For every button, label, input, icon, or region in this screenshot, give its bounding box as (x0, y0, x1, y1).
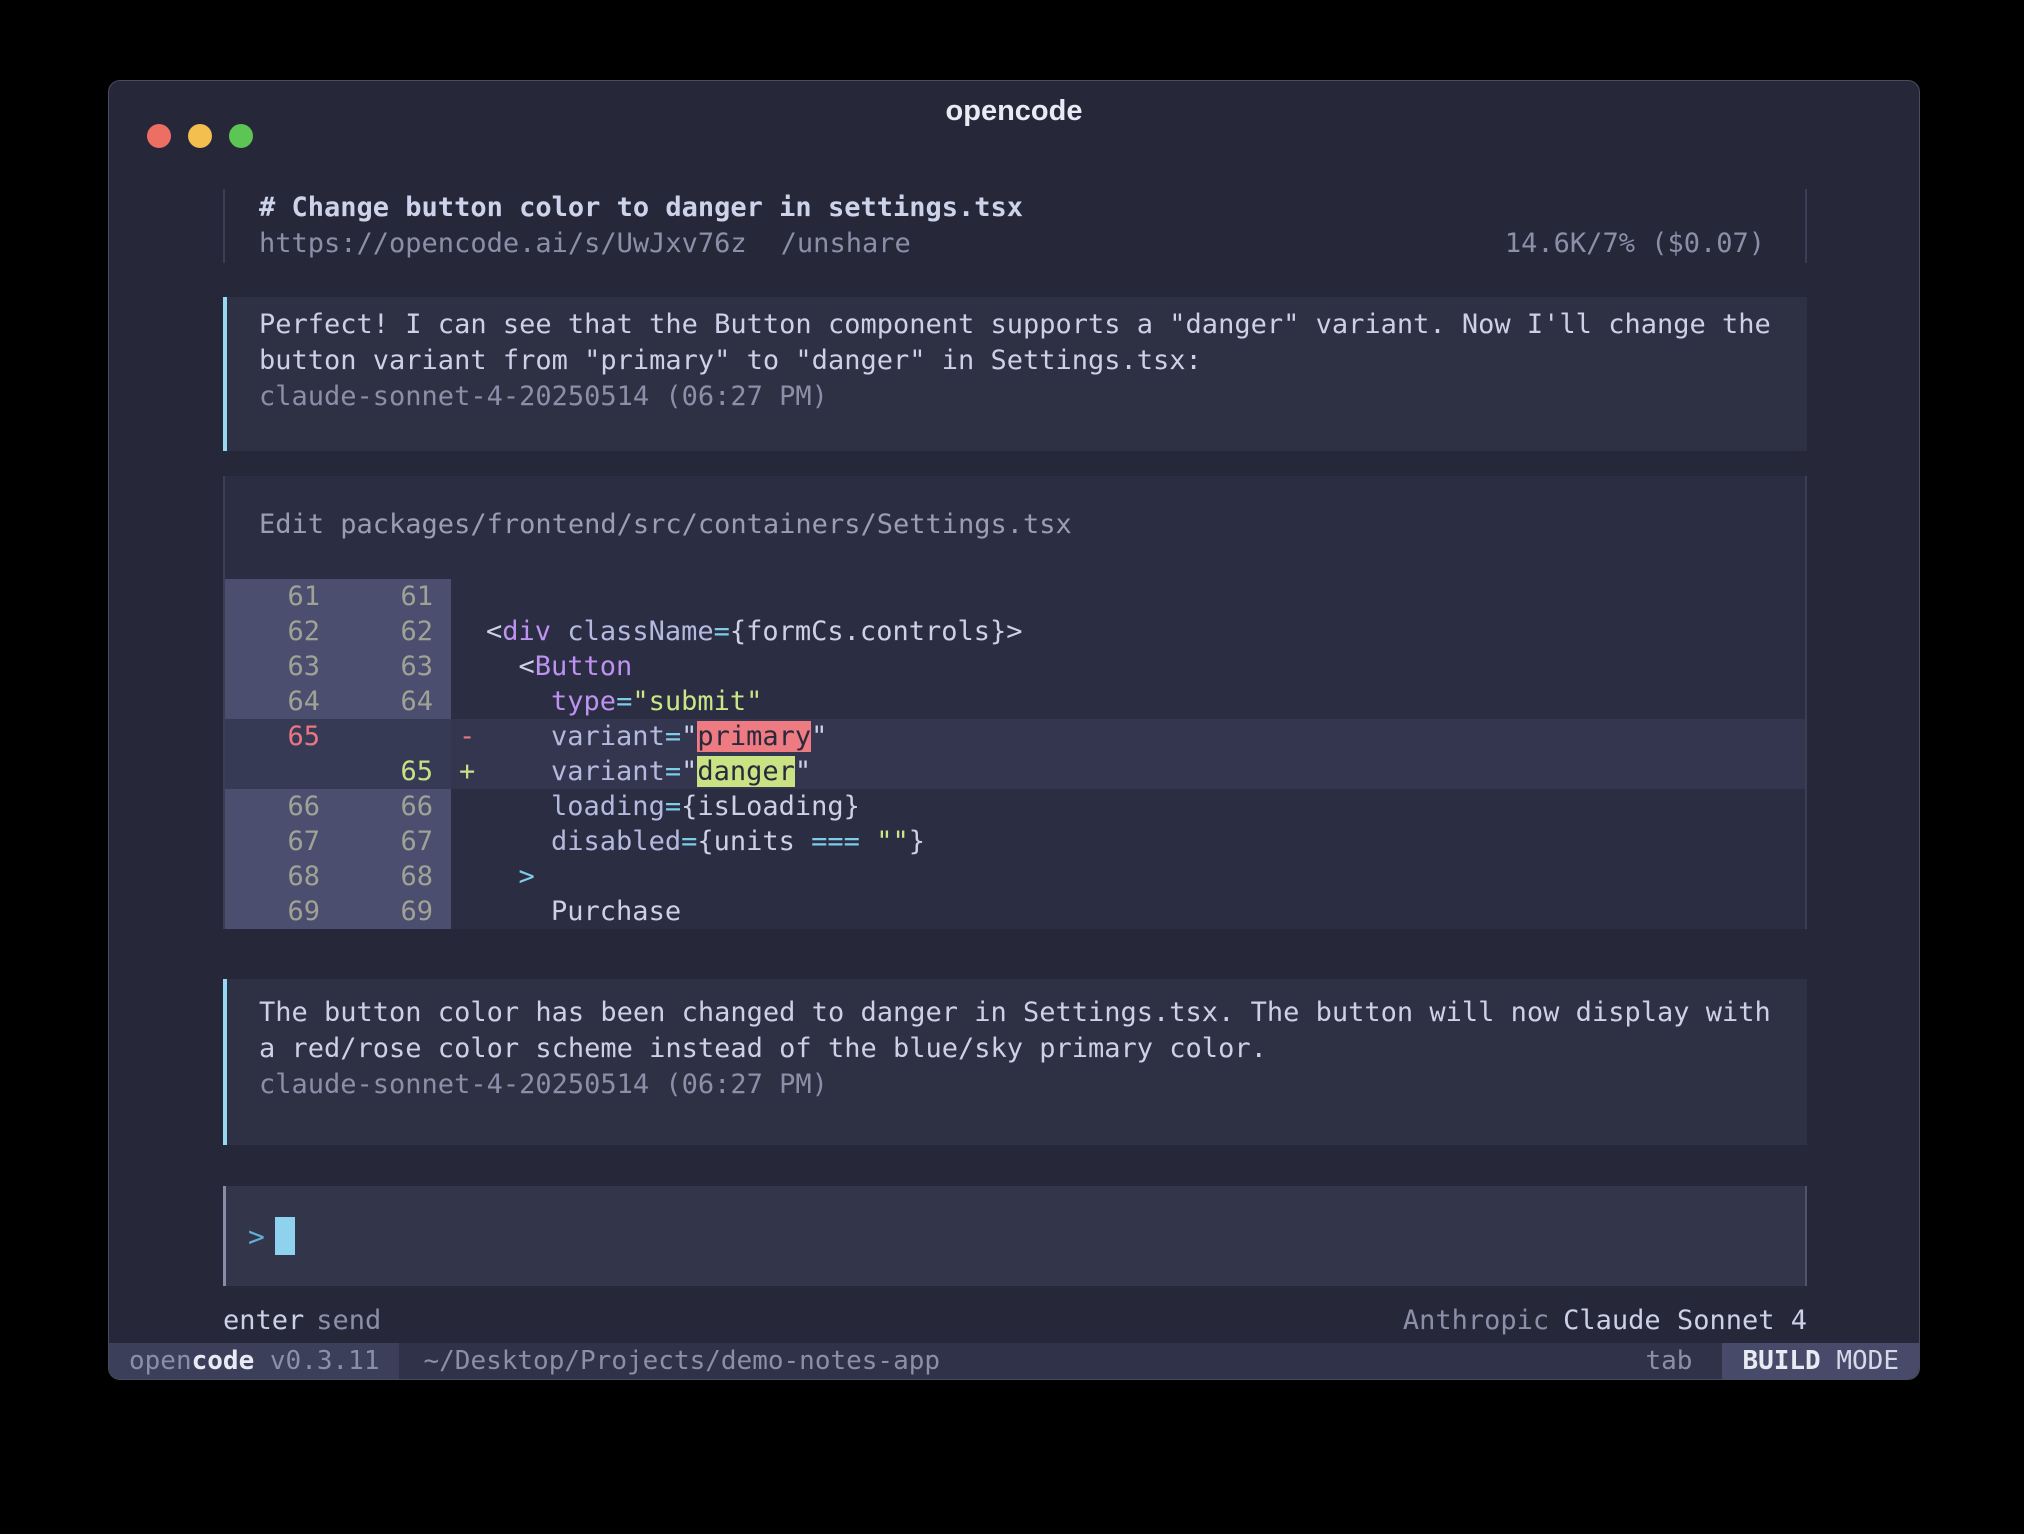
assistant-message-2: The button color has been changed to dan… (223, 979, 1807, 1145)
minimize-button[interactable] (188, 124, 212, 148)
message-meta: claude-sonnet-4-20250514 (06:27 PM) (259, 379, 1777, 415)
status-bar: opencode v0.3.11 ~/Desktop/Projects/demo… (109, 1343, 1919, 1379)
mode-badge: BUILD MODE (1722, 1343, 1919, 1379)
prompt-input[interactable]: > (223, 1186, 1807, 1286)
diff-row: 65- variant="primary" (225, 719, 1805, 754)
working-directory: ~/Desktop/Projects/demo-notes-app (423, 1343, 1645, 1379)
session-title: # Change button color to danger in setti… (259, 190, 1765, 226)
diff-row: 6767 disabled={units === ""} (225, 824, 1805, 859)
diff-row: 6969 Purchase (225, 894, 1805, 929)
message-meta: claude-sonnet-4-20250514 (06:27 PM) (259, 1067, 1777, 1103)
diff-row: 6161 (225, 579, 1805, 614)
diff-rows: 61616262<div className={formCs.controls}… (225, 579, 1805, 929)
edit-tool-title: Edit packages/frontend/src/containers/Se… (225, 476, 1805, 544)
diff-row: 6363 <Button (225, 649, 1805, 684)
message-line: Perfect! I can see that the Button compo… (259, 307, 1777, 343)
app-version-chip: opencode v0.3.11 (109, 1343, 399, 1379)
share-url: https://opencode.ai/s/UwJxv76z (259, 228, 747, 259)
diff-row: 6262<div className={formCs.controls}> (225, 614, 1805, 649)
prompt-symbol: > (248, 1220, 265, 1253)
message-line: The button color has been changed to dan… (259, 995, 1777, 1031)
session-share-line: https://opencode.ai/s/UwJxv76z/unshare (259, 226, 945, 262)
model-indicator: AnthropicClaude Sonnet 4 (1403, 1303, 1807, 1339)
context-stats: 14.6K/7% ($0.07) (1505, 226, 1765, 262)
screen: opencode # Change button color to danger… (0, 0, 2024, 1534)
unshare-command: /unshare (781, 228, 911, 259)
traffic-lights (147, 124, 253, 148)
diff-row: 6464 type="submit" (225, 684, 1805, 719)
close-button[interactable] (147, 124, 171, 148)
window-title: opencode (109, 95, 1919, 128)
diff-row: 6868 > (225, 859, 1805, 894)
footer-hints: entersend AnthropicClaude Sonnet 4 (223, 1303, 1807, 1339)
tab-key-hint[interactable]: tab (1645, 1343, 1692, 1379)
enter-hint: entersend (223, 1303, 381, 1339)
message-line: a red/rose color scheme instead of the b… (259, 1031, 1777, 1067)
session-header: # Change button color to danger in setti… (223, 189, 1807, 263)
zoom-button[interactable] (229, 124, 253, 148)
edit-tool-panel: Edit packages/frontend/src/containers/Se… (223, 476, 1807, 929)
diff-row: 65+ variant="danger" (225, 754, 1805, 789)
assistant-message-1: Perfect! I can see that the Button compo… (223, 297, 1807, 451)
text-cursor (275, 1217, 295, 1255)
opencode-window: opencode # Change button color to danger… (108, 80, 1920, 1380)
diff-row: 6666 loading={isLoading} (225, 789, 1805, 824)
message-line: button variant from "primary" to "danger… (259, 343, 1777, 379)
